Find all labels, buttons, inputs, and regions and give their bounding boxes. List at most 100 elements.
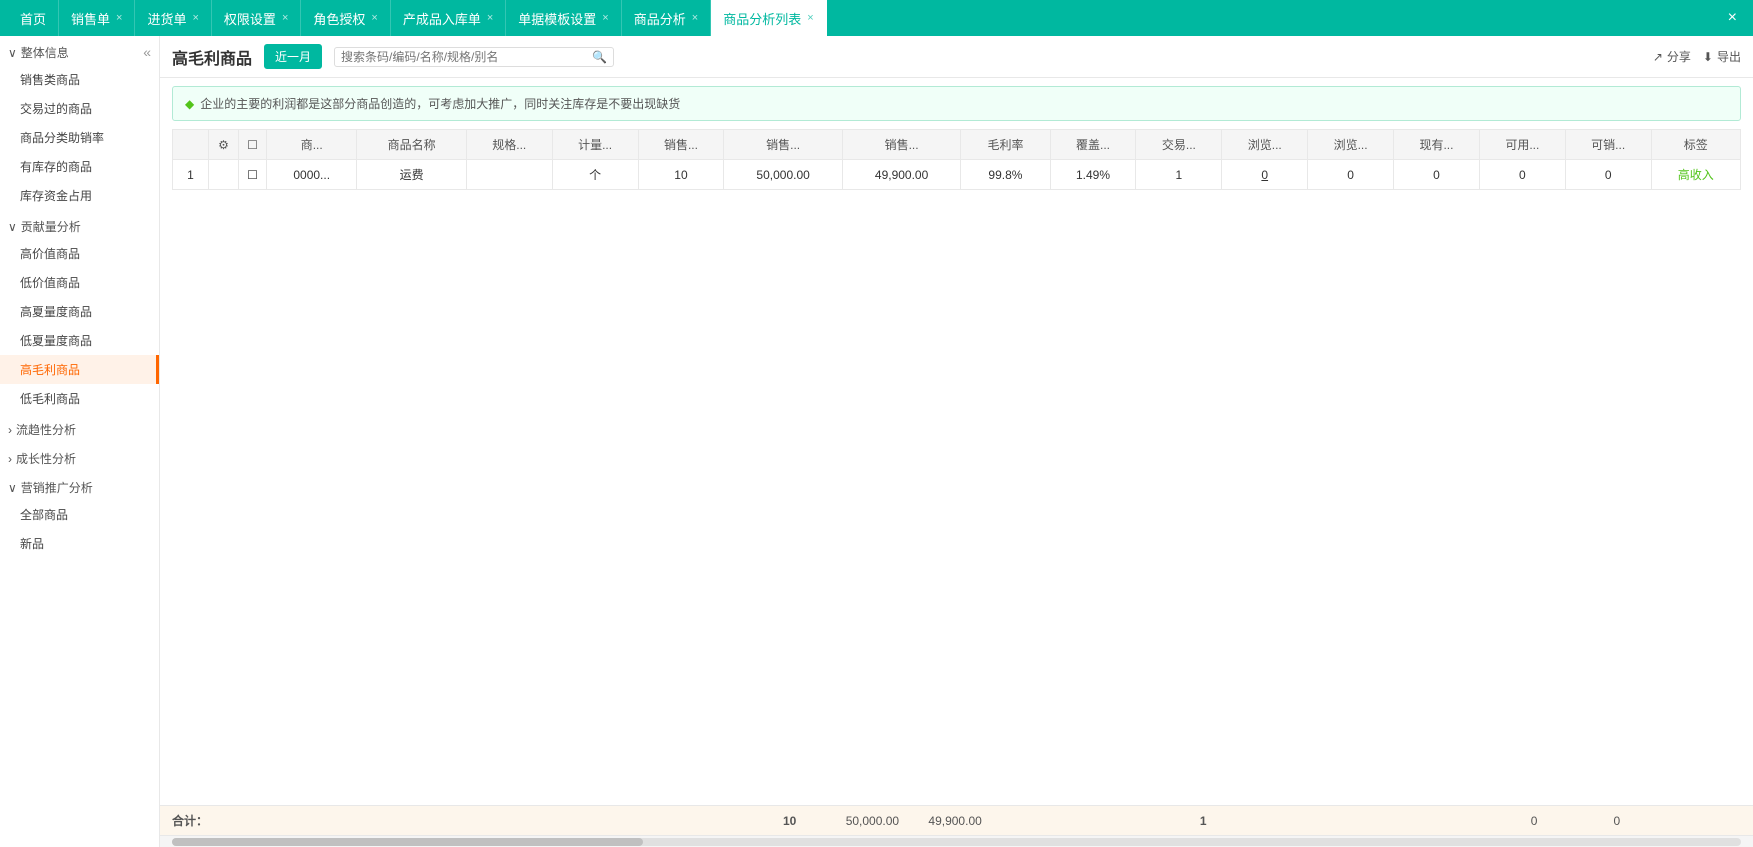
col-header-browse1[interactable]: 浏览... xyxy=(1222,130,1308,160)
cell-index: 1 xyxy=(173,160,209,190)
sidebar-group-arrow-growth: › xyxy=(8,452,12,466)
close-template-tab-icon[interactable]: × xyxy=(602,12,608,24)
sidebar-item-high-value[interactable]: 高价值商品 xyxy=(0,239,159,268)
sidebar-group-contribution[interactable]: ∨ 贡献量分析 xyxy=(0,210,159,239)
scrollbar-track xyxy=(172,838,1741,846)
nav-tab-permissions[interactable]: 权限设置 × xyxy=(212,0,301,36)
sidebar-group-arrow-overall: ∨ xyxy=(8,46,17,60)
col-header-code[interactable]: 商... xyxy=(267,130,357,160)
scrollbar-thumb[interactable] xyxy=(172,838,643,846)
col-header-sales-profit[interactable]: 销售... xyxy=(842,130,960,160)
share-button[interactable]: ↗ 分享 xyxy=(1653,48,1691,65)
cell-transaction: 1 xyxy=(1136,160,1222,190)
sidebar-item-all-goods[interactable]: 全部商品 xyxy=(0,500,159,529)
sidebar-group-marketing[interactable]: ∨ 营销推广分析 xyxy=(0,471,159,500)
footer-sellable: 0 xyxy=(1576,814,1659,828)
search-input[interactable] xyxy=(341,50,588,64)
sidebar-item-stock-capital[interactable]: 库存资金占用 xyxy=(0,181,159,210)
top-navigation: 首页 销售单 × 进货单 × 权限设置 × 角色授权 × 产成品入库单 × 单据… xyxy=(0,0,1753,36)
col-header-gross-margin[interactable]: 毛利率 xyxy=(961,130,1050,160)
col-header-browse2[interactable]: 浏览... xyxy=(1308,130,1394,160)
export-button[interactable]: ⬇ 导出 xyxy=(1703,48,1741,65)
col-header-settings[interactable]: ⚙ xyxy=(209,130,239,160)
info-banner: ◆ 企业的主要的利润都是这部分商品创造的，可考虑加大推广，同时关注库存是不要出现… xyxy=(172,86,1741,121)
cell-name: 运费 xyxy=(357,160,466,190)
col-header-sellable[interactable]: 可销... xyxy=(1565,130,1651,160)
sidebar-item-low-summer[interactable]: 低夏量度商品 xyxy=(0,326,159,355)
sidebar-item-high-margin[interactable]: 高毛利商品 xyxy=(0,355,159,384)
content-area: 高毛利商品 近一月 🔍 ↗ 分享 ⬇ 导出 ◆ 企业的主要的利润都是这部分商品创… xyxy=(160,36,1753,847)
cell-spec xyxy=(466,160,552,190)
close-analysis-tab-icon[interactable]: × xyxy=(692,12,698,24)
cell-gross-margin: 99.8% xyxy=(961,160,1050,190)
sidebar-group-overall[interactable]: ∨ 整体信息 xyxy=(0,36,159,65)
footer-sales-profit: 49,900.00 xyxy=(914,814,997,828)
sidebar-group-arrow-marketing: ∨ xyxy=(8,481,17,495)
col-header-spec[interactable]: 规格... xyxy=(466,130,552,160)
export-icon: ⬇ xyxy=(1703,50,1713,64)
close-sales-tab-icon[interactable]: × xyxy=(116,12,122,24)
sidebar-group-growth[interactable]: › 成长性分析 xyxy=(0,442,159,471)
cell-sales-profit: 49,900.00 xyxy=(842,160,960,190)
sidebar-group-trend[interactable]: › 流趋性分析 xyxy=(0,413,159,442)
close-all-tabs-icon[interactable]: × xyxy=(1720,9,1745,27)
sidebar-item-stocked-goods[interactable]: 有库存的商品 xyxy=(0,152,159,181)
nav-tab-sales[interactable]: 销售单 × xyxy=(59,0,135,36)
cell-tag: 高收入 xyxy=(1651,160,1740,190)
header-actions: ↗ 分享 ⬇ 导出 xyxy=(1653,48,1741,65)
cell-checkbox[interactable]: ☐ xyxy=(239,160,267,190)
nav-tab-roles[interactable]: 角色授权 × xyxy=(301,0,390,36)
nav-tab-home[interactable]: 首页 xyxy=(8,0,59,36)
close-roles-tab-icon[interactable]: × xyxy=(371,12,377,24)
cell-browse2: 0 xyxy=(1308,160,1394,190)
sidebar-item-category-rate[interactable]: 商品分类助销率 xyxy=(0,123,159,152)
sidebar-item-high-summer[interactable]: 高夏量度商品 xyxy=(0,297,159,326)
nav-tab-template[interactable]: 单据模板设置 × xyxy=(506,0,621,36)
col-header-tag[interactable]: 标签 xyxy=(1651,130,1740,160)
close-permissions-tab-icon[interactable]: × xyxy=(282,12,288,24)
close-purchase-tab-icon[interactable]: × xyxy=(192,12,198,24)
close-analysis-list-tab-icon[interactable]: × xyxy=(807,12,813,24)
nav-tab-analysis[interactable]: 商品分析 × xyxy=(622,0,711,36)
col-header-checkbox[interactable]: ☐ xyxy=(239,130,267,160)
col-header-sales-qty[interactable]: 销售... xyxy=(638,130,724,160)
cell-available-stock: 0 xyxy=(1479,160,1565,190)
filter-recent-month-button[interactable]: 近一月 xyxy=(264,44,322,69)
sidebar-item-low-value[interactable]: 低价值商品 xyxy=(0,268,159,297)
search-box: 🔍 xyxy=(334,47,614,67)
col-header-available-stock[interactable]: 可用... xyxy=(1479,130,1565,160)
search-icon[interactable]: 🔍 xyxy=(592,50,607,64)
browse1-link[interactable]: 0 xyxy=(1261,168,1268,182)
sidebar-group-arrow-trend: › xyxy=(8,423,12,437)
cell-coverage: 1.49% xyxy=(1050,160,1136,190)
close-inbound-tab-icon[interactable]: × xyxy=(487,12,493,24)
col-header-index xyxy=(173,130,209,160)
table-container[interactable]: ⚙ ☐ 商... 商品名称 规格... 计量... 销售... 销售... 销售… xyxy=(160,129,1753,805)
col-header-coverage[interactable]: 覆盖... xyxy=(1050,130,1136,160)
col-header-name[interactable]: 商品名称 xyxy=(357,130,466,160)
cell-sales-qty: 10 xyxy=(638,160,724,190)
footer-available-stock: 0 xyxy=(1493,814,1576,828)
cell-sellable: 0 xyxy=(1565,160,1651,190)
sidebar-item-new-goods[interactable]: 新品 xyxy=(0,529,159,558)
table-row: 1 ☐ 0000... 运费 个 10 50,000.00 49,900.00 … xyxy=(173,160,1741,190)
col-header-sales-amount[interactable]: 销售... xyxy=(724,130,842,160)
sidebar-item-low-margin[interactable]: 低毛利商品 xyxy=(0,384,159,413)
nav-tab-analysis-list[interactable]: 商品分析列表 × xyxy=(711,0,826,36)
nav-tab-purchase[interactable]: 进货单 × xyxy=(135,0,211,36)
col-header-transaction[interactable]: 交易... xyxy=(1136,130,1222,160)
sidebar: « ∨ 整体信息 销售类商品 交易过的商品 商品分类助销率 有库存的商品 库存资… xyxy=(0,36,160,847)
cell-browse1[interactable]: 0 xyxy=(1222,160,1308,190)
content-header: 高毛利商品 近一月 🔍 ↗ 分享 ⬇ 导出 xyxy=(160,36,1753,78)
cell-sales-amount: 50,000.00 xyxy=(724,160,842,190)
sidebar-item-traded-goods[interactable]: 交易过的商品 xyxy=(0,94,159,123)
col-header-current-stock[interactable]: 现有... xyxy=(1394,130,1480,160)
sidebar-collapse-button[interactable]: « xyxy=(143,44,151,60)
col-header-unit[interactable]: 计量... xyxy=(552,130,638,160)
cell-current-stock: 0 xyxy=(1394,160,1480,190)
nav-tab-inbound[interactable]: 产成品入库单 × xyxy=(391,0,506,36)
horizontal-scrollbar[interactable] xyxy=(160,835,1753,847)
info-icon: ◆ xyxy=(185,97,194,111)
cell-unit: 个 xyxy=(552,160,638,190)
sidebar-item-sales-goods[interactable]: 销售类商品 xyxy=(0,65,159,94)
